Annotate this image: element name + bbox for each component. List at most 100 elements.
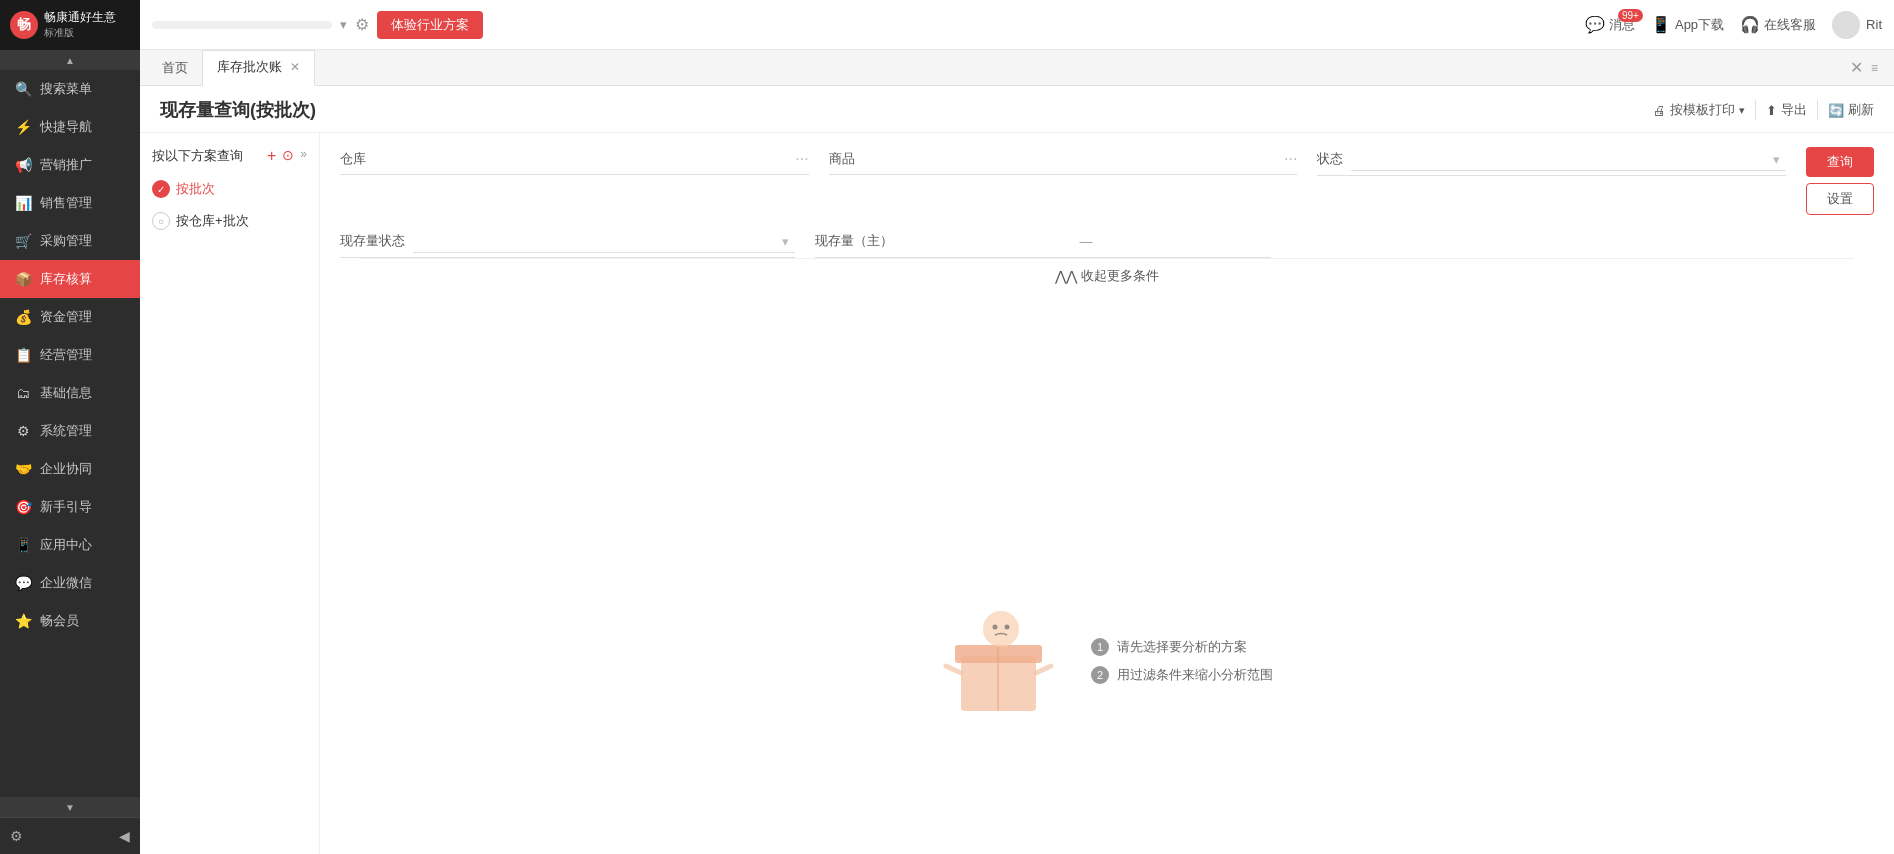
sidebar-footer: ⚙ ◀	[0, 817, 140, 854]
collapse-more-btn[interactable]: ⋀⋀ 收起更多条件	[360, 258, 1854, 293]
print-dropdown-icon[interactable]: ▾	[1739, 104, 1745, 117]
scheme-settings-icon[interactable]: ⊙	[282, 147, 294, 165]
goods-input[interactable]	[863, 147, 1282, 170]
tab-bar: 首页 库存批次账 ✕ ✕ ≡	[140, 50, 1894, 86]
tip-text-2: 用过滤条件来缩小分析范围	[1117, 666, 1273, 684]
app-title: 畅康通好生意	[44, 10, 116, 26]
left-panel-header-icons: + ⊙ »	[267, 147, 307, 165]
chat-icon: 💬	[14, 574, 32, 592]
export-btn[interactable]: ⬆ 导出	[1766, 101, 1807, 119]
sidebar-item-sales[interactable]: 📊 销售管理	[0, 184, 140, 222]
tip-num-1: 1	[1091, 638, 1109, 656]
stock-amount-from[interactable]	[901, 230, 1073, 253]
status-select[interactable]	[1351, 147, 1786, 171]
sidebar-title-area: 畅康通好生意 标准版	[44, 10, 116, 40]
megaphone-icon: 📢	[14, 156, 32, 174]
goods-filter: 商品 ···	[829, 147, 1298, 175]
page-title: 现存量查询(按批次)	[160, 98, 316, 122]
app-logo: 畅	[10, 11, 38, 39]
empty-illustration	[941, 601, 1061, 721]
warehouse-filter: 仓库 ···	[340, 147, 809, 175]
sidebar-item-inventory[interactable]: 📦 库存核算	[0, 260, 140, 298]
refresh-label: 刷新	[1848, 101, 1874, 119]
empty-svg	[941, 601, 1061, 721]
scroll-down-btn[interactable]: ▼	[0, 797, 140, 817]
warehouse-input[interactable]	[374, 147, 793, 170]
refresh-icon: 🔄	[1828, 103, 1844, 118]
topbar-dropdown-icon[interactable]: ▾	[340, 17, 347, 32]
user-info[interactable]: Rit	[1832, 11, 1882, 39]
phone-download-icon: 📱	[1651, 15, 1671, 34]
stock-status-label: 现存量状态	[340, 232, 405, 250]
sidebar-item-basic[interactable]: 🗂 基础信息	[0, 374, 140, 412]
tip-num-2: 2	[1091, 666, 1109, 684]
tab-close-right-icon[interactable]: ✕	[1850, 58, 1863, 77]
experience-btn[interactable]: 体验行业方案	[377, 11, 483, 39]
query-button[interactable]: 查询	[1806, 147, 1874, 177]
tab-expand-icon[interactable]: ≡	[1871, 61, 1878, 75]
add-scheme-icon[interactable]: +	[267, 147, 276, 165]
nav-label-purchase: 采购管理	[40, 232, 92, 250]
sidebar-item-finance[interactable]: 💰 资金管理	[0, 298, 140, 336]
headset-icon: 🎧	[1740, 15, 1760, 34]
sidebar-nav: 🔍 搜索菜单 ⚡ 快捷导航 📢 营销推广 📊 销售管理 🛒 采购管理 📦 库存核…	[0, 70, 140, 797]
money-icon: 💰	[14, 308, 32, 326]
topbar-search-area[interactable]	[152, 21, 332, 29]
nav-label-newbie: 新手引导	[40, 498, 92, 516]
sidebar-item-marketing[interactable]: 📢 营销推广	[0, 146, 140, 184]
scroll-up-btn[interactable]: ▲	[0, 50, 140, 70]
sidebar-item-quicknav[interactable]: ⚡ 快捷导航	[0, 108, 140, 146]
scheme-batch[interactable]: ✓ 按批次	[140, 173, 319, 205]
print-btn[interactable]: 🖨 按模板打印 ▾	[1653, 101, 1745, 119]
empty-tip-1: 1 请先选择要分析的方案	[1091, 638, 1273, 656]
main-area: ▾ ⚙ 体验行业方案 💬 消息 99+ 📱 App下载 🎧 在线客服 Rit	[140, 0, 1894, 854]
search-icon: 🔍	[14, 80, 32, 98]
scheme-warehouse-batch[interactable]: ○ 按仓库+批次	[140, 205, 319, 237]
settings-button[interactable]: 设置	[1806, 183, 1874, 215]
sidebar-item-newbie[interactable]: 🎯 新手引导	[0, 488, 140, 526]
warehouse-more-icon[interactable]: ···	[795, 150, 808, 168]
nav-label-marketing: 营销推广	[40, 156, 92, 174]
messages-btn[interactable]: 💬 消息 99+	[1585, 15, 1635, 34]
refresh-btn[interactable]: 🔄 刷新	[1828, 101, 1874, 119]
sidebar-item-apps[interactable]: 📱 应用中心	[0, 526, 140, 564]
tab-home[interactable]: 首页	[148, 50, 203, 86]
stock-amount-to[interactable]	[1099, 230, 1271, 253]
status-filter: 状态	[1317, 147, 1786, 176]
chart-icon: 📊	[14, 194, 32, 212]
collapse-sidebar-icon[interactable]: ◀	[119, 828, 130, 844]
sidebar-item-system[interactable]: ⚙ 系统管理	[0, 412, 140, 450]
sidebar-item-purchase[interactable]: 🛒 采购管理	[0, 222, 140, 260]
left-panel: 按以下方案查询 + ⊙ » ✓ 按批次 ○ 按仓库+批次	[140, 133, 320, 854]
sidebar-item-wechat[interactable]: 💬 企业微信	[0, 564, 140, 602]
sidebar-item-search[interactable]: 🔍 搜索菜单	[0, 70, 140, 108]
tab-close-icon[interactable]: ✕	[290, 60, 300, 74]
messages-badge: 99+	[1618, 9, 1643, 22]
stock-amount-dash: —	[1080, 234, 1093, 249]
status-select-wrap	[1351, 147, 1786, 171]
phone-icon: 📱	[14, 536, 32, 554]
stock-status-select[interactable]	[413, 229, 795, 253]
filter-buttons: 查询 设置	[1806, 147, 1874, 215]
sidebar-item-member[interactable]: ⭐ 畅会员	[0, 602, 140, 640]
nav-label-collab: 企业协同	[40, 460, 92, 478]
target-icon: 🎯	[14, 498, 32, 516]
tab-home-label: 首页	[162, 59, 188, 77]
sidebar-item-collab[interactable]: 🤝 企业协同	[0, 450, 140, 488]
customer-service-btn[interactable]: 🎧 在线客服	[1740, 15, 1816, 34]
sidebar-item-operation[interactable]: 📋 经营管理	[0, 336, 140, 374]
filter-top-row: 仓库 ··· 商品 ··· 状态	[340, 147, 1874, 215]
page-header-actions: 🖨 按模板打印 ▾ ⬆ 导出 🔄 刷新	[1653, 100, 1874, 120]
tab-inventory-batch[interactable]: 库存批次账 ✕	[203, 50, 315, 86]
collapse-left-icon[interactable]: »	[300, 147, 307, 165]
lightning-icon: ⚡	[14, 118, 32, 136]
settings-footer-icon[interactable]: ⚙	[10, 828, 23, 844]
sidebar-search-label: 搜索菜单	[40, 80, 92, 98]
status-label: 状态	[1317, 150, 1343, 168]
goods-more-icon[interactable]: ···	[1284, 150, 1297, 168]
topbar-settings-icon[interactable]: ⚙	[355, 15, 369, 34]
left-panel-title: 按以下方案查询	[152, 147, 243, 165]
filter-and-results: 仓库 ··· 商品 ··· 状态	[320, 133, 1894, 854]
content-body: 按以下方案查询 + ⊙ » ✓ 按批次 ○ 按仓库+批次	[140, 133, 1894, 854]
app-download-btn[interactable]: 📱 App下载	[1651, 15, 1724, 34]
